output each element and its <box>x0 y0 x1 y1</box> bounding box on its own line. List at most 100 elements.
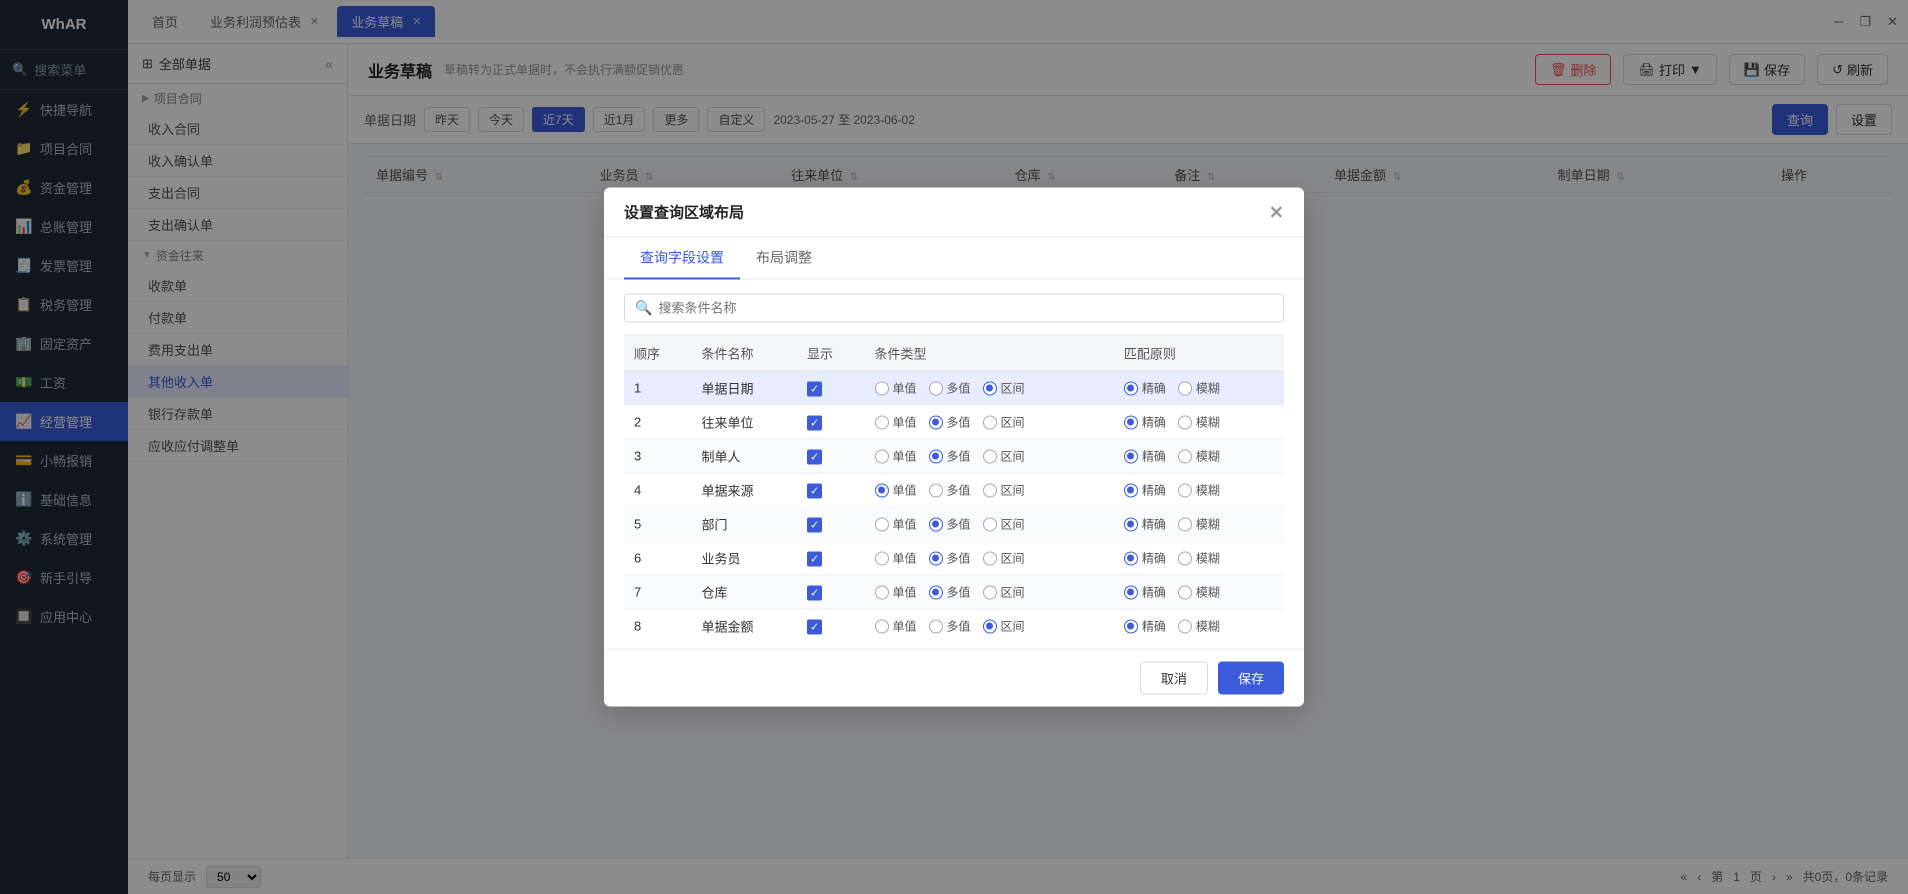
radio-fuzzy[interactable]: 模糊 <box>1178 482 1220 499</box>
modal-save-button[interactable]: 保存 <box>1218 662 1284 695</box>
radio-range[interactable]: 区间 <box>983 414 1025 431</box>
radio-range[interactable]: 区间 <box>983 482 1025 499</box>
radio-multi-label: 多值 <box>947 618 971 635</box>
radio-multi[interactable]: 多值 <box>929 448 971 465</box>
row-checkbox[interactable] <box>807 483 822 498</box>
radio-single-label: 单值 <box>893 516 917 533</box>
modal-search-input[interactable] <box>658 301 1273 316</box>
radio-fuzzy-circle <box>1178 517 1192 531</box>
row-index: 2 <box>624 405 691 439</box>
radio-precise[interactable]: 精确 <box>1124 448 1166 465</box>
radio-single[interactable]: 单值 <box>875 482 917 499</box>
radio-range[interactable]: 区间 <box>983 550 1025 567</box>
row-type-cell: 单值 多值 区间 <box>865 473 1114 507</box>
radio-single[interactable]: 单值 <box>875 550 917 567</box>
row-checkbox[interactable] <box>807 551 822 566</box>
row-index: 7 <box>624 575 691 609</box>
cancel-button[interactable]: 取消 <box>1140 662 1208 695</box>
radio-multi[interactable]: 多值 <box>929 618 971 635</box>
radio-multi[interactable]: 多值 <box>929 414 971 431</box>
radio-range[interactable]: 区间 <box>983 618 1025 635</box>
row-type-cell: 单值 多值 区间 <box>865 405 1114 439</box>
radio-range-label: 区间 <box>1001 414 1025 431</box>
radio-range[interactable]: 区间 <box>983 584 1025 601</box>
radio-range[interactable]: 区间 <box>983 380 1025 397</box>
row-checkbox-cell <box>797 405 864 439</box>
radio-fuzzy-label: 模糊 <box>1196 380 1220 397</box>
row-type-cell: 单值 多值 区间 <box>865 609 1114 635</box>
type-radio-group: 单值 多值 区间 <box>875 550 1104 567</box>
radio-single-circle <box>875 483 889 497</box>
row-checkbox[interactable] <box>807 381 822 396</box>
radio-multi-circle <box>929 585 943 599</box>
row-checkbox[interactable] <box>807 619 822 634</box>
radio-precise-circle <box>1124 381 1138 395</box>
row-checkbox[interactable] <box>807 449 822 464</box>
radio-single-label: 单值 <box>893 550 917 567</box>
radio-single[interactable]: 单值 <box>875 618 917 635</box>
radio-fuzzy[interactable]: 模糊 <box>1178 618 1220 635</box>
radio-multi-label: 多值 <box>947 482 971 499</box>
radio-range[interactable]: 区间 <box>983 448 1025 465</box>
radio-range[interactable]: 区间 <box>983 516 1025 533</box>
modal-close-button[interactable]: ✕ <box>1269 203 1284 221</box>
row-condition-name: 制单人 <box>691 439 797 473</box>
radio-multi-label: 多值 <box>947 380 971 397</box>
radio-single-label: 单值 <box>893 584 917 601</box>
row-checkbox-cell <box>797 507 864 541</box>
radio-precise[interactable]: 精确 <box>1124 516 1166 533</box>
radio-precise[interactable]: 精确 <box>1124 618 1166 635</box>
row-index: 5 <box>624 507 691 541</box>
radio-precise[interactable]: 精确 <box>1124 482 1166 499</box>
radio-range-circle <box>983 483 997 497</box>
radio-multi[interactable]: 多值 <box>929 380 971 397</box>
row-condition-name: 单据来源 <box>691 473 797 507</box>
radio-single[interactable]: 单值 <box>875 380 917 397</box>
th-show: 显示 <box>797 335 864 371</box>
type-radio-group: 单值 多值 区间 <box>875 584 1104 601</box>
radio-precise-label: 精确 <box>1142 414 1166 431</box>
radio-fuzzy[interactable]: 模糊 <box>1178 380 1220 397</box>
row-checkbox[interactable] <box>807 517 822 532</box>
radio-precise[interactable]: 精确 <box>1124 414 1166 431</box>
th-condition-name: 条件名称 <box>691 335 797 371</box>
radio-precise[interactable]: 精确 <box>1124 550 1166 567</box>
row-index: 1 <box>624 371 691 405</box>
radio-fuzzy[interactable]: 模糊 <box>1178 414 1220 431</box>
modal-table-scroll[interactable]: 顺序 条件名称 显示 条件类型 匹配原则 1单据日期 单值 多值 <box>624 335 1284 635</box>
radio-multi[interactable]: 多值 <box>929 516 971 533</box>
row-checkbox-cell <box>797 575 864 609</box>
radio-range-circle <box>983 619 997 633</box>
radio-fuzzy[interactable]: 模糊 <box>1178 584 1220 601</box>
radio-single[interactable]: 单值 <box>875 414 917 431</box>
row-checkbox-cell <box>797 541 864 575</box>
radio-fuzzy-circle <box>1178 483 1192 497</box>
row-condition-name: 单据日期 <box>691 371 797 405</box>
modal-table-row: 2往来单位 单值 多值 区间 精确 <box>624 405 1284 439</box>
radio-range-label: 区间 <box>1001 482 1025 499</box>
row-checkbox[interactable] <box>807 585 822 600</box>
radio-fuzzy[interactable]: 模糊 <box>1178 516 1220 533</box>
type-radio-group: 单值 多值 区间 <box>875 482 1104 499</box>
radio-multi[interactable]: 多值 <box>929 482 971 499</box>
th-order: 顺序 <box>624 335 691 371</box>
row-checkbox[interactable] <box>807 415 822 430</box>
radio-precise[interactable]: 精确 <box>1124 380 1166 397</box>
radio-fuzzy[interactable]: 模糊 <box>1178 448 1220 465</box>
modal-table-row: 8单据金额 单值 多值 区间 精确 <box>624 609 1284 635</box>
radio-single[interactable]: 单值 <box>875 516 917 533</box>
row-condition-name: 仓库 <box>691 575 797 609</box>
radio-precise-circle <box>1124 551 1138 565</box>
row-type-cell: 单值 多值 区间 <box>865 371 1114 405</box>
radio-multi[interactable]: 多值 <box>929 550 971 567</box>
radio-single[interactable]: 单值 <box>875 584 917 601</box>
modal-tab-query-fields[interactable]: 查询字段设置 <box>624 238 740 280</box>
radio-single[interactable]: 单值 <box>875 448 917 465</box>
radio-fuzzy[interactable]: 模糊 <box>1178 550 1220 567</box>
modal-tab-layout[interactable]: 布局调整 <box>740 238 828 280</box>
radio-multi[interactable]: 多值 <box>929 584 971 601</box>
modal-tabs: 查询字段设置 布局调整 <box>604 238 1304 280</box>
radio-range-label: 区间 <box>1001 618 1025 635</box>
row-match-cell: 精确 模糊 <box>1114 507 1284 541</box>
radio-precise[interactable]: 精确 <box>1124 584 1166 601</box>
